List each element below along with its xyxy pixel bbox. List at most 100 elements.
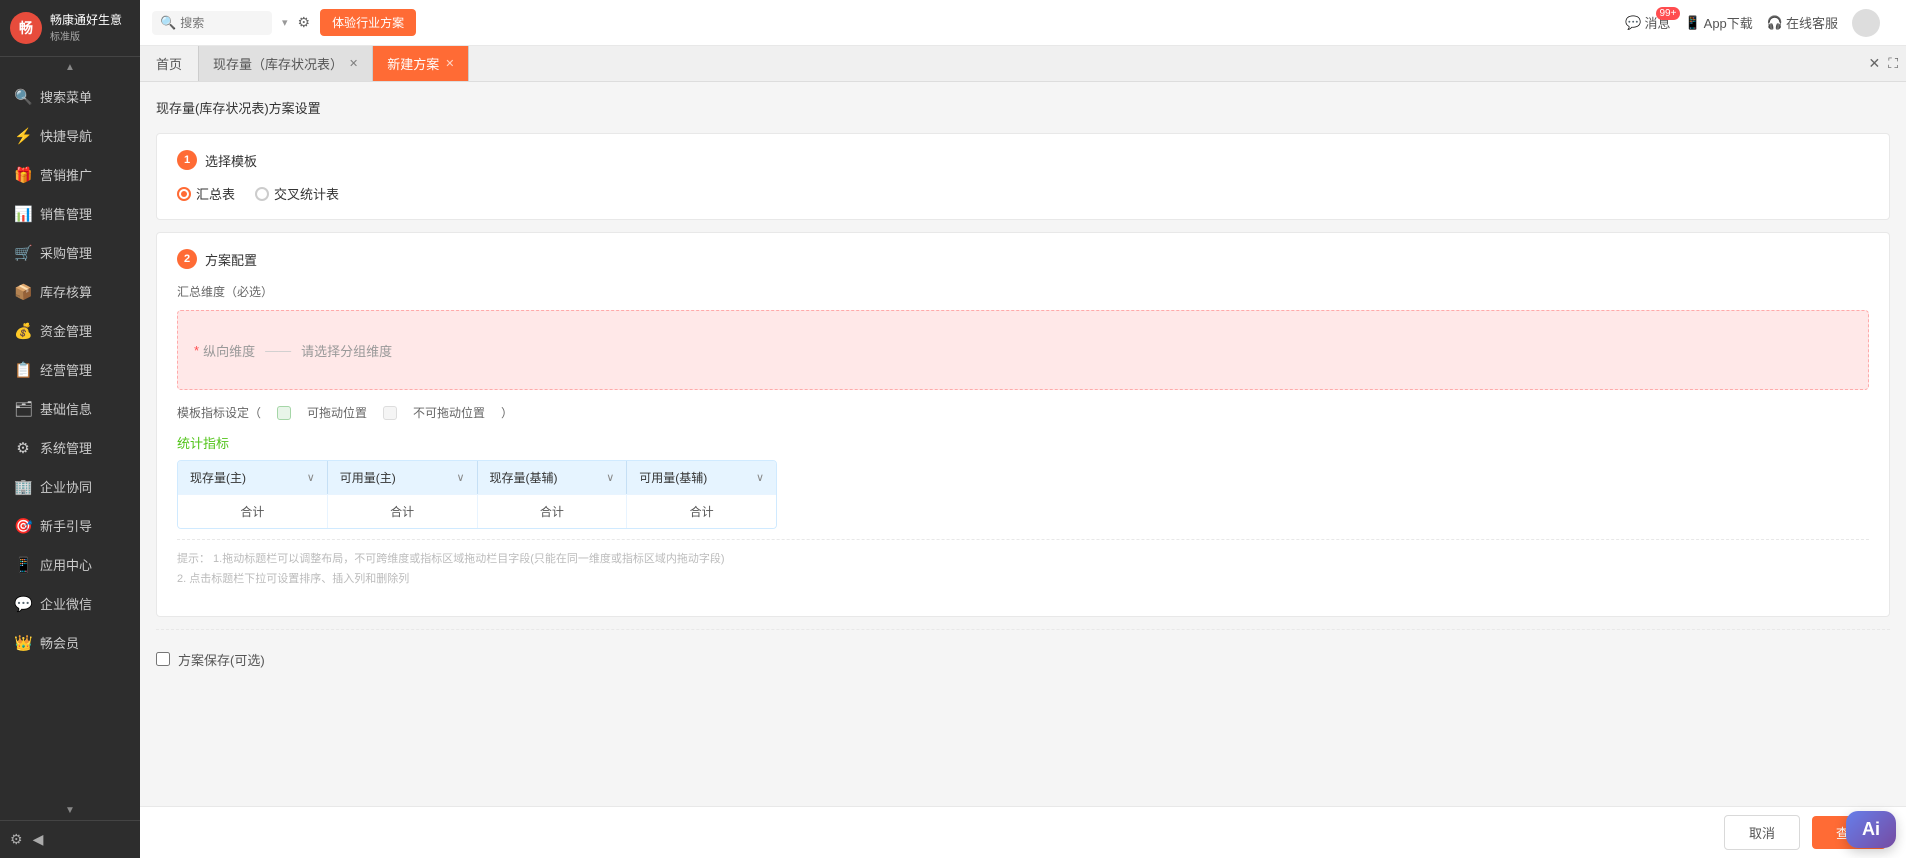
tab-home[interactable]: 首页 bbox=[140, 46, 199, 81]
step2-badge: 2 bbox=[177, 249, 197, 269]
online-service-button[interactable]: 🎧 在线客服 bbox=[1767, 13, 1838, 32]
tabbar-close-button[interactable]: ✕ bbox=[1868, 55, 1880, 72]
sidebar-label-search: 搜索菜单 bbox=[40, 87, 92, 106]
purchase-icon: 🛒 bbox=[14, 244, 32, 262]
topbar-search-input[interactable] bbox=[180, 16, 260, 30]
tab-inventory[interactable]: 现存量（库存状况表） ✕ bbox=[199, 46, 373, 81]
dimension-area[interactable]: * 纵向维度 —— 请选择分组维度 bbox=[177, 310, 1869, 390]
basic-icon: 🗂 bbox=[14, 400, 32, 418]
sidebar-item-marketing[interactable]: 🎁 营销推广 bbox=[0, 155, 140, 194]
save-checkbox[interactable] bbox=[156, 652, 170, 666]
system-icon: ⚙ bbox=[14, 439, 32, 457]
indicator-non-draggable-label: 不可拖动位置 bbox=[413, 404, 485, 421]
service-label: 在线客服 bbox=[1786, 13, 1838, 32]
stats-col-0[interactable]: 现存量(主) ∨ bbox=[178, 461, 328, 494]
topbar-right-area: 💬 消息 99+ 📱 App下载 🎧 在线客服 bbox=[1625, 9, 1894, 37]
sidebar-item-wechat[interactable]: 💬 企业微信 bbox=[0, 584, 140, 623]
settings-bottom-btn[interactable]: ⚙ bbox=[10, 831, 23, 848]
sidebar-label-finance: 资金管理 bbox=[40, 321, 92, 340]
stats-col-1-chevron[interactable]: ∨ bbox=[456, 471, 464, 484]
app-download-button[interactable]: 📱 App下载 bbox=[1684, 13, 1752, 32]
sidebar-label-basic: 基础信息 bbox=[40, 399, 92, 418]
app-download-label: App下载 bbox=[1704, 13, 1753, 32]
tabbar-expand-button[interactable]: ⛶ bbox=[1888, 55, 1898, 72]
sidebar-label-system: 系统管理 bbox=[40, 438, 92, 457]
sidebar-item-newbie[interactable]: 🎯 新手引导 bbox=[0, 506, 140, 545]
stats-table-header: 现存量(主) ∨ 可用量(主) ∨ 现存量(基辅) ∨ 可用量(基辅) ∨ bbox=[178, 461, 776, 494]
sidebar-item-basic[interactable]: 🗂 基础信息 bbox=[0, 389, 140, 428]
tabbar-right: ✕ ⛶ bbox=[1868, 55, 1906, 72]
sidebar-scroll-up[interactable]: ▲ bbox=[0, 57, 140, 77]
home-tab-label: 首页 bbox=[156, 54, 182, 73]
sidebar-item-search[interactable]: 🔍 搜索菜单 bbox=[0, 77, 140, 116]
topbar-chevron-icon[interactable]: ▾ bbox=[282, 16, 288, 29]
logo-icon: 畅 bbox=[10, 12, 42, 44]
sidebar-item-operations[interactable]: 📋 经营管理 bbox=[0, 350, 140, 389]
sidebar-item-purchase[interactable]: 🛒 采购管理 bbox=[0, 233, 140, 272]
step1-header: 1 选择模板 bbox=[177, 150, 1869, 170]
cancel-button[interactable]: 取消 bbox=[1724, 815, 1800, 850]
radio-cross-circle bbox=[255, 187, 269, 201]
non-draggable-indicator-badge bbox=[383, 406, 397, 420]
sidebar-bottom: ⚙ ◀ bbox=[0, 820, 140, 858]
dimension-dash: —— bbox=[265, 343, 291, 358]
radio-summary-circle bbox=[177, 187, 191, 201]
topbar-gear-icon[interactable]: ⚙ bbox=[298, 14, 311, 31]
dimension-placeholder-text: 请选择分组维度 bbox=[301, 341, 392, 360]
sidebar-item-stock[interactable]: 📦 库存核算 bbox=[0, 272, 140, 311]
indicator-settings-label: 模板指标设定（ bbox=[177, 404, 261, 421]
stats-col-2-chevron[interactable]: ∨ bbox=[606, 471, 614, 484]
step1-title: 选择模板 bbox=[205, 151, 257, 170]
tips-section: 提示： 1.拖动标题栏可以调整布局，不可跨维度或指标区域拖动栏目字段(只能在同一… bbox=[177, 539, 1869, 600]
sidebar-item-app-center[interactable]: 📱 应用中心 bbox=[0, 545, 140, 584]
sidebar-label-sales: 销售管理 bbox=[40, 204, 92, 223]
sidebar: 畅 畅康通好生意 标准版 ▲ 🔍 搜索菜单 ⚡ 快捷导航 🎁 营销推广 📊 销售… bbox=[0, 0, 140, 858]
new-scheme-tab-close-icon[interactable]: ✕ bbox=[445, 57, 454, 70]
topbar-search-box[interactable]: 🔍 bbox=[152, 11, 272, 35]
sidebar-item-finance[interactable]: 💰 资金管理 bbox=[0, 311, 140, 350]
collapse-btn[interactable]: ◀ bbox=[33, 831, 44, 848]
stats-col-2-label: 现存量(基辅) bbox=[490, 469, 558, 486]
topbar-search-icon: 🔍 bbox=[160, 15, 176, 31]
stats-col-0-label: 现存量(主) bbox=[190, 469, 246, 486]
stats-col-2[interactable]: 现存量(基辅) ∨ bbox=[478, 461, 628, 494]
sidebar-scroll-down[interactable]: ▼ bbox=[0, 800, 140, 820]
sidebar-label-stock: 库存核算 bbox=[40, 282, 92, 301]
messages-badge: 99+ bbox=[1656, 7, 1681, 20]
action-bar: 取消 查询 bbox=[140, 806, 1906, 858]
sidebar-label-newbie: 新手引导 bbox=[40, 516, 92, 535]
sidebar-item-shortcut[interactable]: ⚡ 快捷导航 bbox=[0, 116, 140, 155]
sidebar-item-member[interactable]: 👑 畅会员 bbox=[0, 623, 140, 662]
sidebar-item-system[interactable]: ⚙ 系统管理 bbox=[0, 428, 140, 467]
sidebar-item-company[interactable]: 🏢 企业协同 bbox=[0, 467, 140, 506]
sidebar-item-sales[interactable]: 📊 销售管理 bbox=[0, 194, 140, 233]
inventory-tab-close-icon[interactable]: ✕ bbox=[349, 57, 358, 70]
stats-title: 统计指标 bbox=[177, 433, 1869, 452]
stats-table: 现存量(主) ∨ 可用量(主) ∨ 现存量(基辅) ∨ 可用量(基辅) ∨ bbox=[177, 460, 777, 529]
app-center-icon: 📱 bbox=[14, 556, 32, 574]
inventory-tab-label: 现存量（库存状况表） bbox=[213, 54, 343, 73]
industry-solution-button[interactable]: 体验行业方案 bbox=[320, 9, 416, 36]
indicator-draggable-label: 可拖动位置 bbox=[307, 404, 367, 421]
radio-summary[interactable]: 汇总表 bbox=[177, 184, 235, 203]
stats-col-3-chevron[interactable]: ∨ bbox=[756, 471, 764, 484]
stats-col-0-chevron[interactable]: ∨ bbox=[307, 471, 315, 484]
radio-cross[interactable]: 交叉统计表 bbox=[255, 184, 339, 203]
ai-bubble[interactable]: Ai bbox=[1846, 811, 1896, 848]
stats-col-3[interactable]: 可用量(基辅) ∨ bbox=[627, 461, 776, 494]
draggable-indicator-badge bbox=[277, 406, 291, 420]
sidebar-label-operations: 经营管理 bbox=[40, 360, 92, 379]
stats-col-1[interactable]: 可用量(主) ∨ bbox=[328, 461, 478, 494]
stats-table-row-0: 合计 合计 合计 合计 bbox=[178, 494, 776, 528]
headset-icon: 🎧 bbox=[1767, 15, 1783, 31]
dimension-required-mark: * bbox=[194, 343, 199, 358]
messages-button[interactable]: 💬 消息 99+ bbox=[1625, 13, 1670, 32]
operations-icon: 📋 bbox=[14, 361, 32, 379]
tab-new-scheme[interactable]: 新建方案 ✕ bbox=[373, 46, 469, 81]
sidebar-nav: 🔍 搜索菜单 ⚡ 快捷导航 🎁 营销推广 📊 销售管理 🛒 采购管理 📦 库存核… bbox=[0, 77, 140, 800]
user-avatar[interactable] bbox=[1852, 9, 1880, 37]
search-menu-icon: 🔍 bbox=[14, 88, 32, 106]
marketing-icon: 🎁 bbox=[14, 166, 32, 184]
stats-col-3-label: 可用量(基辅) bbox=[639, 469, 707, 486]
step2-header: 2 方案配置 bbox=[177, 249, 1869, 269]
